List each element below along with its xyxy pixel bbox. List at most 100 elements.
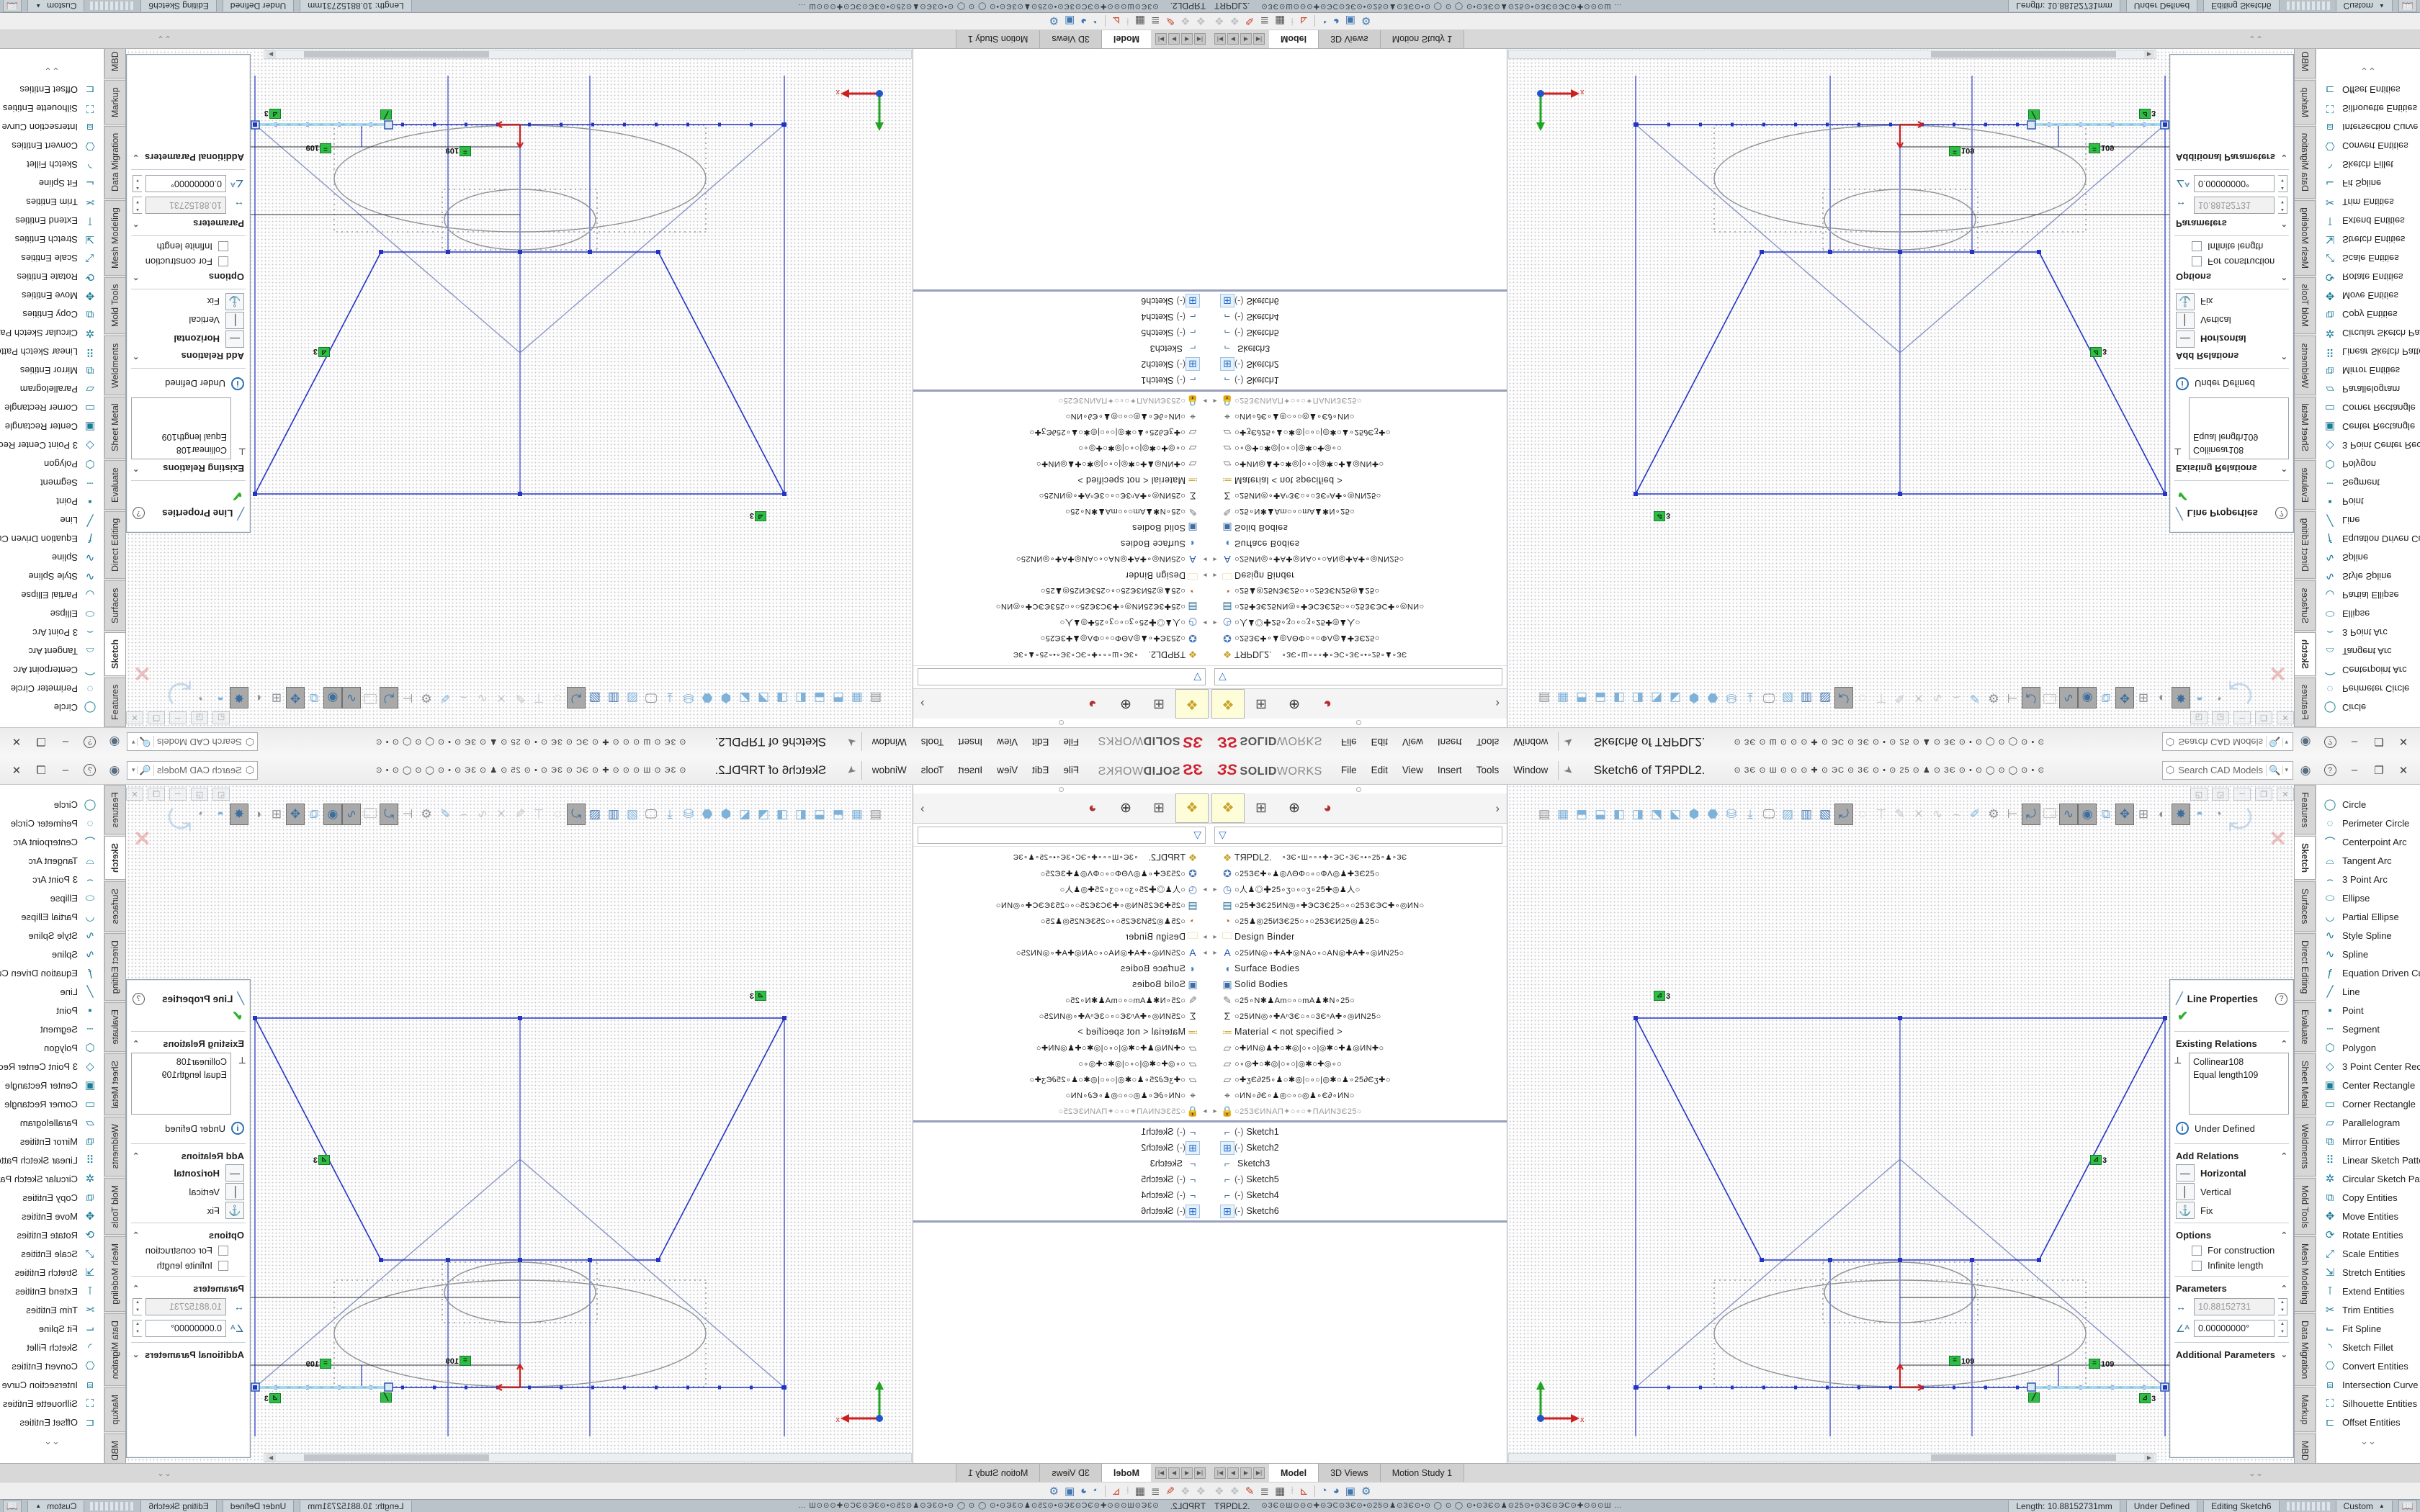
checkbox-box[interactable] bbox=[2192, 242, 2202, 252]
relation-badge[interactable]: ⊿3 bbox=[264, 109, 281, 119]
quick-access-toolbar[interactable]: ⊙ ЗЄ ⊙ Ш ⊙ ⊙ ⊙ ✚ ⊙ ЭС ⊙ ЗЄ ⊙ • ⊙ 25 ⊙ ♟ … bbox=[1734, 765, 2043, 775]
tool-segment[interactable]: ┄ Segment bbox=[2316, 1020, 2420, 1038]
add-relation-vertical[interactable]: │ Vertical bbox=[127, 1182, 250, 1201]
help-icon[interactable]: ? bbox=[2318, 732, 2342, 752]
menu-file[interactable]: File bbox=[1341, 765, 1357, 775]
tool-spline[interactable]: ∿ Spline bbox=[0, 549, 104, 567]
parameters-header[interactable]: Parameters ⌃ bbox=[2170, 1279, 2293, 1296]
tab-nav-icon[interactable]: ▶ bbox=[1168, 34, 1180, 45]
tree-row[interactable]: ≔ Material < not specified > bbox=[913, 1024, 1210, 1040]
tool-corner-rectangle[interactable]: ▭ Corner Rectangle bbox=[2316, 399, 2420, 418]
tree-row-sketch1[interactable]: ⌐ (-) Sketch1 bbox=[1210, 372, 1507, 388]
tool-ellipse[interactable]: ⬭ Ellipse bbox=[2316, 888, 2420, 907]
tree-row[interactable]: ✎ ○25∘Ν✱♟Аm○∘○mА♟✱Ν∘25○ bbox=[913, 504, 1210, 520]
scrollbar-thumb[interactable] bbox=[304, 1454, 489, 1461]
relation-badge[interactable]: ⊿3 bbox=[2090, 1155, 2107, 1165]
tree-filter-input[interactable]: ▽ bbox=[1214, 669, 1502, 686]
units-book-icon[interactable]: 📖 bbox=[3, 0, 22, 13]
bottom-toolbar-icon-4[interactable]: ▦ bbox=[1275, 1485, 1285, 1498]
tool-parallelogram[interactable]: ▱ Parallelogram bbox=[2316, 380, 2420, 399]
tree-row[interactable]: ✎ ○25∘Ν✱♟Аm○∘○mА♟✱Ν∘25○ bbox=[1210, 504, 1507, 520]
panel-collapse-handle[interactable] bbox=[1210, 719, 1507, 727]
tool-scale-entities[interactable]: ⤢ Scale Entities bbox=[2316, 1244, 2420, 1263]
tree-row[interactable]: ▱ ○∘◎✚○✱◎|○∘○|◎✱○✚◎∘○ bbox=[913, 1056, 1210, 1071]
menu-edit[interactable]: Edit bbox=[1032, 765, 1049, 775]
options-header[interactable]: Options ⌃ bbox=[127, 269, 250, 286]
tab-nav-icon[interactable]: ▶| bbox=[1155, 34, 1167, 45]
menu-view[interactable]: View bbox=[1402, 765, 1423, 775]
menu-file[interactable]: File bbox=[1341, 737, 1357, 747]
command-tab-data-migration[interactable]: Data Migration bbox=[104, 1313, 125, 1386]
command-tab-features[interactable]: Features bbox=[104, 785, 125, 834]
search-box[interactable]: ⬡ Search CAD Models 🔍 ▾ bbox=[127, 761, 258, 780]
menu-tools[interactable]: Tools bbox=[921, 765, 944, 775]
relation-entry[interactable]: Equal length109 bbox=[2193, 431, 2285, 444]
existing-relations-header[interactable]: Existing Relations ⌃ bbox=[127, 461, 250, 477]
tab-motion-study-1[interactable]: Motion Study 1 bbox=[956, 1464, 1039, 1482]
tools-more-chevron-icon[interactable]: ⌄⌄ bbox=[0, 1436, 104, 1447]
bottom-toolbar-icon-8[interactable]: ◔ bbox=[1093, 1485, 1099, 1497]
bottom-toolbar-icon-10[interactable]: ▣ bbox=[1065, 15, 1075, 28]
tree-row[interactable]: ▸ A ○25ИΝ◎∘✚А✚◎ΝА○∘○АΝ◎✚А✚∘◎ИΝ25○ bbox=[1210, 945, 1507, 960]
bottom-toolbar-icon-0[interactable]: ❖ bbox=[1214, 15, 1224, 28]
tool-fit-spline[interactable]: ⌙ Fit Spline bbox=[2316, 174, 2420, 193]
bottom-toolbar-icon-8[interactable]: ◔ bbox=[1321, 1485, 1327, 1497]
quick-access-toolbar[interactable]: ⊙ ЗЄ ⊙ Ш ⊙ ⊙ ⊙ ✚ ⊙ ЭС ⊙ ЗЄ ⊙ • ⊙ 25 ⊙ ♟ … bbox=[377, 737, 686, 747]
spinner-control[interactable]: ▲▼ bbox=[2278, 1320, 2287, 1337]
tree-row[interactable]: ▸ 🔒 ○25ЗЄИΝАΠ✦○∘○✦ΠАИΝЗЄ25○ bbox=[1210, 393, 1507, 409]
tool-move-entities[interactable]: ✥ Move Entities bbox=[0, 1207, 104, 1225]
tool-centerpoint-arc[interactable]: ⌒ Centerpoint Arc bbox=[0, 661, 104, 680]
tool-polygon[interactable]: ⬡ Polygon bbox=[2316, 455, 2420, 474]
taskpane-chevron-icon[interactable]: ⌄⌄ bbox=[0, 30, 171, 48]
tool-parallelogram[interactable]: ▱ Parallelogram bbox=[0, 380, 104, 399]
fm-tab-3[interactable]: ◕ bbox=[1076, 793, 1109, 823]
tab-model[interactable]: Model bbox=[1101, 1464, 1151, 1482]
tool-mirror-entities[interactable]: ⧉ Mirror Entities bbox=[2316, 361, 2420, 380]
tab-model[interactable]: Model bbox=[1269, 30, 1319, 48]
tool-perimeter-circle[interactable]: ◌ Perimeter Circle bbox=[0, 680, 104, 698]
panel-collapse-handle[interactable] bbox=[1210, 785, 1507, 793]
parameters-header[interactable]: Parameters ⌃ bbox=[127, 1279, 250, 1296]
command-tab-mesh-modeling[interactable]: Mesh Modeling bbox=[2295, 200, 2316, 276]
tool-spline[interactable]: ∿ Spline bbox=[0, 945, 104, 963]
tree-row-sketch2[interactable]: ⊞ (-) Sketch2 bbox=[913, 356, 1210, 372]
tool-trim-entities[interactable]: ✂ Trim Entities bbox=[0, 1300, 104, 1319]
existing-relations-header[interactable]: Existing Relations ⌃ bbox=[2170, 461, 2293, 477]
tool-copy-entities[interactable]: ⧉ Copy Entities bbox=[0, 305, 104, 324]
tree-row[interactable]: ≔ Material < not specified > bbox=[1210, 472, 1507, 488]
tool-3-point-arc[interactable]: ⌢ 3 Point Arc bbox=[2316, 624, 2420, 642]
menu-insert[interactable]: Insert bbox=[958, 737, 982, 747]
relations-listbox[interactable]: Collinear108Equal length109 bbox=[2189, 397, 2289, 459]
tab-nav-icon[interactable]: ▶ bbox=[1240, 34, 1252, 45]
tree-row-sketch2[interactable]: ⊞ (-) Sketch2 bbox=[1210, 356, 1507, 372]
help-icon[interactable]: ? bbox=[78, 732, 102, 752]
bottom-toolbar-icon-2[interactable]: ✎ bbox=[1245, 1485, 1255, 1498]
tool-circular-sketch-pattern[interactable]: ✲ Circular Sketch Pattern bbox=[2316, 1169, 2420, 1188]
tool-circle[interactable]: ◯ Circle bbox=[0, 698, 104, 717]
tool-corner-rectangle[interactable]: ▭ Corner Rectangle bbox=[0, 1094, 104, 1113]
tool-point[interactable]: ▪ Point bbox=[0, 492, 104, 511]
bottom-toolbar-icon-3[interactable]: ≣ bbox=[1151, 1485, 1160, 1498]
tool-trim-entities[interactable]: ✂ Trim Entities bbox=[2316, 1300, 2420, 1319]
bottom-toolbar-icon-1[interactable]: ❖ bbox=[1229, 1485, 1239, 1498]
expand-arrow-icon[interactable]: ▸ bbox=[1200, 886, 1210, 894]
tool-circle[interactable]: ◯ Circle bbox=[2316, 698, 2420, 717]
tree-row-sketch3[interactable]: ⌐ Sketch3 bbox=[913, 341, 1210, 356]
tab-nav-icon[interactable]: |◀ bbox=[1214, 34, 1226, 45]
pm-help-icon[interactable]: ? bbox=[2275, 993, 2287, 1005]
bottom-toolbar-icon-4[interactable]: ▦ bbox=[1135, 1485, 1145, 1498]
tree-row[interactable]: ▣ Solid Bodies bbox=[913, 976, 1210, 992]
tree-row[interactable]: ✪ ○25ЗЄ✚∘♟◎ΛΘΦ○∘○ΦΛ◎♟✚ЗЄ25○ bbox=[1210, 865, 1507, 881]
tree-row[interactable]: ▸ ◷ ○人♟◎✚25∘ʒ○∘○ʒ∘25✚◎♟人○ bbox=[913, 881, 1210, 897]
tool-sketch-fillet[interactable]: ◝ Sketch Fillet bbox=[2316, 1338, 2420, 1356]
taskpane-chevron-icon[interactable]: ⌄⌄ bbox=[0, 1464, 171, 1482]
tree-row[interactable]: ▤ ○25✚ЗЄ25ИΝ◎∘✚ЭСЗЄ25○∘○25ЗЄЭС✚∘◎ИΝ○ bbox=[1210, 599, 1507, 615]
tool-centerpoint-arc[interactable]: ⌒ Centerpoint Arc bbox=[0, 832, 104, 851]
relation-badge[interactable]: =109 bbox=[446, 146, 471, 156]
restore-button[interactable]: ❐ bbox=[29, 732, 53, 752]
tree-row[interactable]: ▸ A ○25ИΝ◎∘✚А✚◎ΝА○∘○АΝ◎✚А✚∘◎ИΝ25○ bbox=[913, 945, 1210, 960]
bottom-toolbar-icon-1[interactable]: ❖ bbox=[1229, 15, 1239, 28]
tree-row[interactable]: Σ ○25ИΝ◎∘✚АⁿЗЄ○∘○ЗЄⁿА✚∘◎ИΝ25○ bbox=[913, 1008, 1210, 1024]
tool-mirror-entities[interactable]: ⧉ Mirror Entities bbox=[0, 361, 104, 380]
tool-move-entities[interactable]: ✥ Move Entities bbox=[2316, 1207, 2420, 1225]
